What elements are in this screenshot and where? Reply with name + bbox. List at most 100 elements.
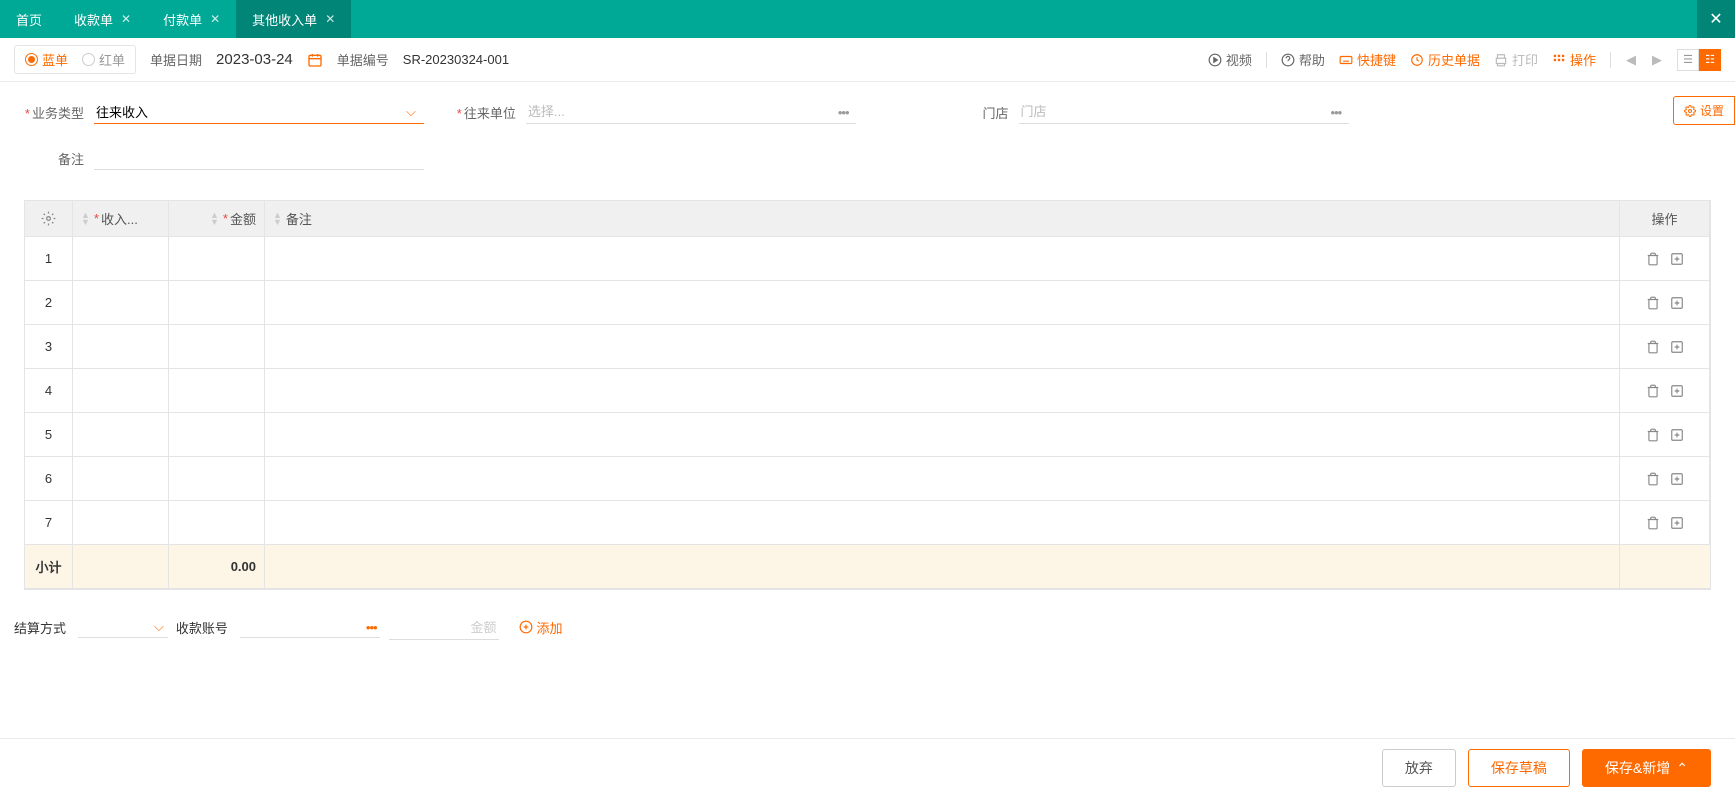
header-strip: 蓝单 红单 单据日期 2023-03-24 单据编号 SR-20230324-0… xyxy=(0,38,1735,82)
view-detail-icon[interactable]: ☷ xyxy=(1699,49,1721,71)
cell-income[interactable] xyxy=(73,281,169,325)
date-value[interactable]: 2023-03-24 xyxy=(216,51,293,68)
remark-input[interactable] xyxy=(94,146,424,170)
cell-remark[interactable] xyxy=(265,325,1620,369)
close-icon[interactable]: ✕ xyxy=(210,12,220,26)
add-row-icon[interactable] xyxy=(1670,296,1684,310)
date-label: 单据日期 xyxy=(150,50,202,69)
radio-blue-label: 蓝单 xyxy=(42,50,68,69)
subtotal-label: 小计 xyxy=(25,545,73,589)
video-link[interactable]: 视频 xyxy=(1208,50,1252,69)
action-link[interactable]: 操作 xyxy=(1552,50,1596,69)
close-all-button[interactable]: ✕ xyxy=(1697,0,1735,38)
cell-remark[interactable] xyxy=(265,237,1620,281)
delete-row-icon[interactable] xyxy=(1646,384,1660,398)
delete-row-icon[interactable] xyxy=(1646,472,1660,486)
more-icon[interactable]: ••• xyxy=(838,105,849,120)
chevron-down-icon[interactable]: ⌵ xyxy=(406,104,416,120)
save-draft-button[interactable]: 保存草稿 xyxy=(1468,749,1570,787)
cell-amount[interactable] xyxy=(169,325,265,369)
col-remark-header[interactable]: ▲▼备注 xyxy=(265,201,1620,237)
tab-other-income[interactable]: 其他收入单✕ xyxy=(236,0,351,38)
cell-income[interactable] xyxy=(73,457,169,501)
subtotal-empty xyxy=(73,545,169,589)
cell-amount[interactable] xyxy=(169,281,265,325)
divider xyxy=(1610,52,1611,68)
add-row-icon[interactable] xyxy=(1670,516,1684,530)
delete-row-icon[interactable] xyxy=(1646,340,1660,354)
delete-row-icon[interactable] xyxy=(1646,516,1660,530)
delete-row-icon[interactable] xyxy=(1646,252,1660,266)
cell-remark[interactable] xyxy=(265,413,1620,457)
cell-remark[interactable] xyxy=(265,369,1620,413)
cell-ops xyxy=(1620,413,1710,457)
tab-receipt[interactable]: 收款单✕ xyxy=(58,0,147,38)
radio-blue[interactable]: 蓝单 xyxy=(25,50,68,69)
divider xyxy=(1266,52,1267,68)
cell-income[interactable] xyxy=(73,501,169,545)
calendar-icon[interactable] xyxy=(307,52,323,68)
cell-remark[interactable] xyxy=(265,501,1620,545)
save-new-button[interactable]: 保存&新增 ⌃ xyxy=(1582,749,1711,787)
shortcut-link[interactable]: 快捷键 xyxy=(1339,50,1396,69)
partner-input[interactable] xyxy=(526,100,856,124)
cell-income[interactable] xyxy=(73,369,169,413)
cell-amount[interactable] xyxy=(169,413,265,457)
docno-label: 单据编号 xyxy=(337,50,389,69)
add-row-icon[interactable] xyxy=(1670,428,1684,442)
tab-payment[interactable]: 付款单✕ xyxy=(147,0,236,38)
cell-amount[interactable] xyxy=(169,237,265,281)
add-row-icon[interactable] xyxy=(1670,340,1684,354)
cell-income[interactable] xyxy=(73,325,169,369)
help-link[interactable]: 帮助 xyxy=(1281,50,1325,69)
discard-button[interactable]: 放弃 xyxy=(1382,749,1456,787)
biz-type-input[interactable] xyxy=(94,100,424,124)
add-row-icon[interactable] xyxy=(1670,472,1684,486)
col-amount-header[interactable]: ▲▼*金额 xyxy=(169,201,265,237)
action-link-label: 操作 xyxy=(1570,50,1596,69)
add-settlement-button[interactable]: 添加 xyxy=(519,618,563,637)
subtotal-empty xyxy=(265,545,1620,589)
print-link[interactable]: 打印 xyxy=(1494,50,1538,69)
delete-row-icon[interactable] xyxy=(1646,428,1660,442)
cell-ops xyxy=(1620,501,1710,545)
cell-income[interactable] xyxy=(73,237,169,281)
add-row-icon[interactable] xyxy=(1670,252,1684,266)
line-items-table: ▲▼*收入...▲▼*金额▲▼备注操作1234567小计0.00 xyxy=(24,200,1711,590)
cell-income[interactable] xyxy=(73,413,169,457)
help-link-label: 帮助 xyxy=(1299,50,1325,69)
table-settings-icon[interactable] xyxy=(25,201,73,237)
row-number: 1 xyxy=(25,237,73,281)
sort-icon[interactable]: ▲▼ xyxy=(273,212,282,226)
tab-home[interactable]: 首页 xyxy=(0,0,58,38)
settings-button[interactable]: 设置 xyxy=(1673,96,1735,125)
settle-account-input[interactable] xyxy=(240,616,380,638)
delete-row-icon[interactable] xyxy=(1646,296,1660,310)
col-income-header[interactable]: ▲▼*收入... xyxy=(73,201,169,237)
history-link[interactable]: 历史单据 xyxy=(1410,50,1480,69)
sort-icon[interactable]: ▲▼ xyxy=(210,212,219,226)
store-label: 门店 xyxy=(949,103,1009,122)
close-icon[interactable]: ✕ xyxy=(325,12,335,26)
close-icon[interactable]: ✕ xyxy=(121,12,131,26)
radio-red[interactable]: 红单 xyxy=(82,50,125,69)
next-doc-icon[interactable]: ▶ xyxy=(1651,52,1663,68)
top-tabs-bar: 首页 收款单✕ 付款单✕ 其他收入单✕ ✕ xyxy=(0,0,1735,38)
cell-remark[interactable] xyxy=(265,281,1620,325)
prev-doc-icon[interactable]: ◀ xyxy=(1625,52,1637,68)
footer-actions: 放弃 保存草稿 保存&新增 ⌃ xyxy=(0,738,1735,797)
cell-amount[interactable] xyxy=(169,501,265,545)
more-icon[interactable]: ••• xyxy=(1331,105,1342,120)
add-row-icon[interactable] xyxy=(1670,384,1684,398)
chevron-down-icon[interactable]: ⌵ xyxy=(154,619,164,635)
view-list-icon[interactable]: ☰ xyxy=(1677,49,1699,71)
settle-amount-input[interactable]: 金额 xyxy=(389,614,499,640)
cell-remark[interactable] xyxy=(265,457,1620,501)
cell-amount[interactable] xyxy=(169,369,265,413)
row-number: 6 xyxy=(25,457,73,501)
row-number: 4 xyxy=(25,369,73,413)
more-icon[interactable]: ••• xyxy=(366,620,377,635)
sort-icon[interactable]: ▲▼ xyxy=(81,212,90,226)
store-input[interactable] xyxy=(1019,100,1349,124)
cell-amount[interactable] xyxy=(169,457,265,501)
